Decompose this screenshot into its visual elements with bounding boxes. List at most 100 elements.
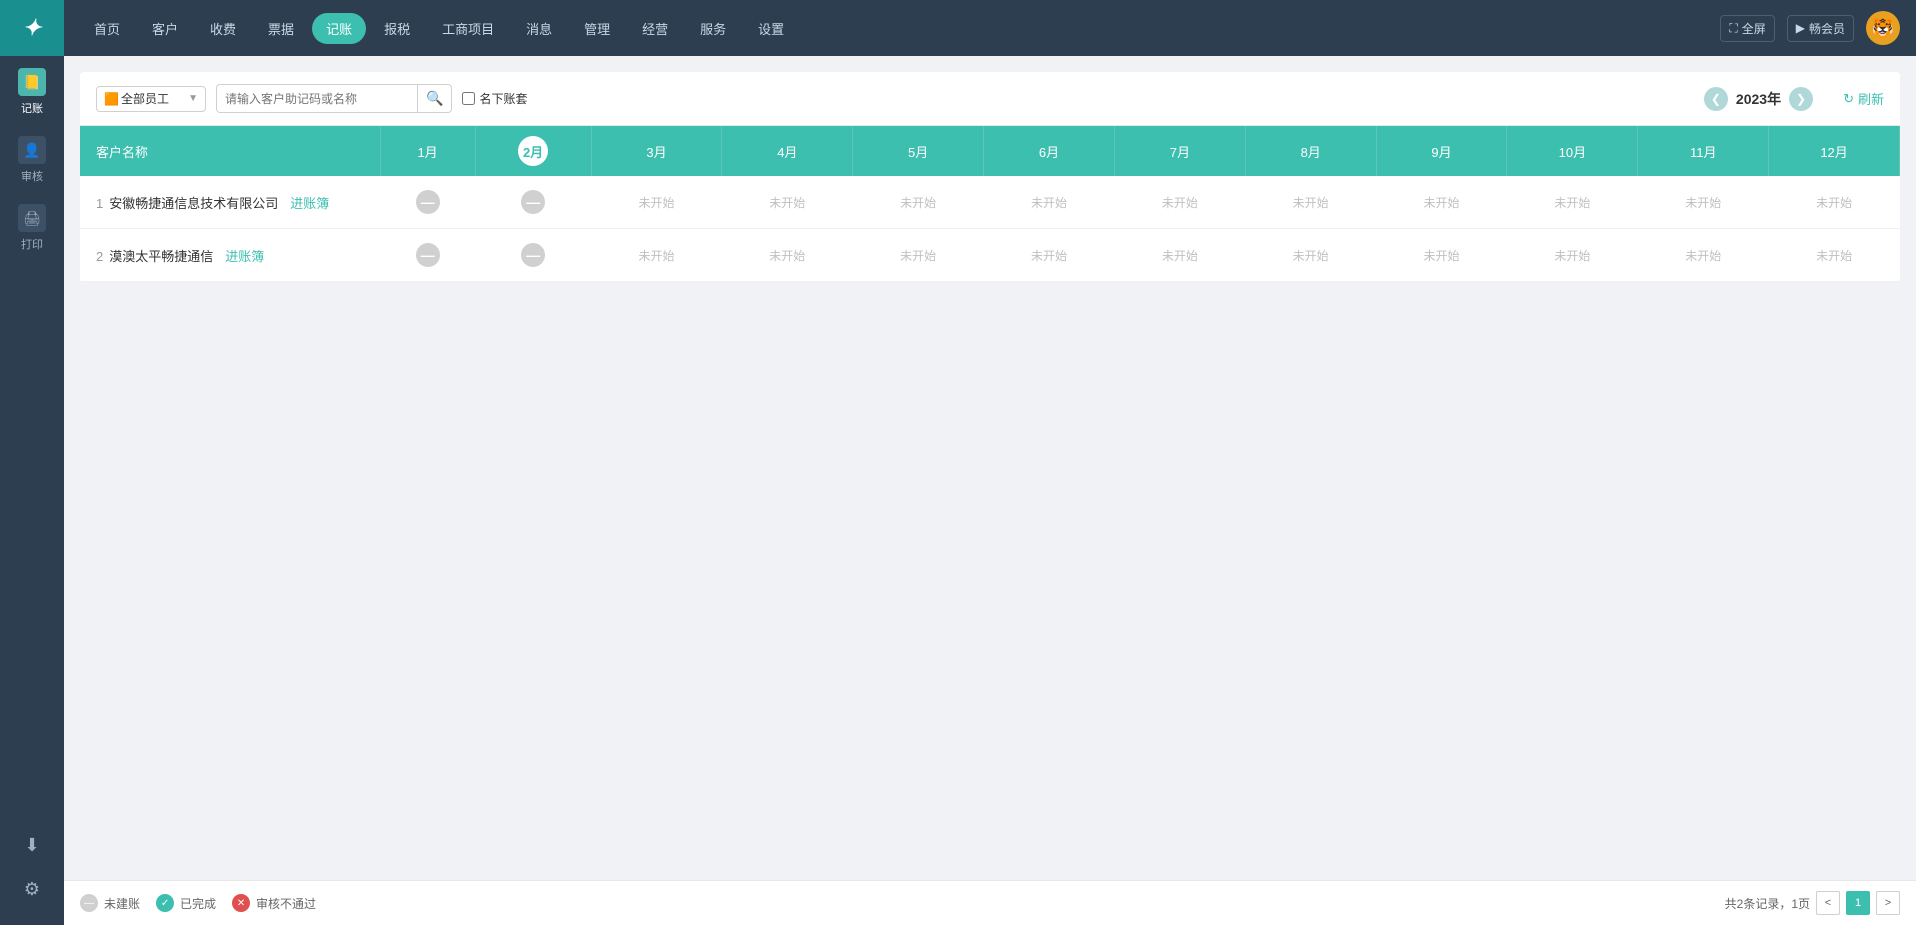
not-started-text: 未开始	[638, 196, 674, 210]
col-header-m1: 1月	[380, 126, 475, 176]
not-started-text: 未开始	[638, 249, 674, 263]
cell-month-9: 未开始	[1376, 229, 1507, 282]
toolbar: 🟧 全部员工张三李四 ▼ 🔍 名下账套 ❮ 2023年 ❯	[80, 72, 1900, 126]
year-display: 2023年	[1736, 89, 1781, 109]
not-started-text: 未开始	[1424, 196, 1460, 210]
cell-month-12: 未开始	[1769, 229, 1900, 282]
enter-ledger-link[interactable]: 进账簿	[290, 196, 329, 211]
sidebar-item-dayin[interactable]: 🖨 打印	[0, 192, 64, 260]
not-started-text: 未开始	[1685, 196, 1721, 210]
checkbox-label[interactable]: 名下账套	[462, 90, 527, 107]
year-nav: ❮ 2023年 ❯	[1704, 87, 1813, 111]
col-header-m12: 12月	[1769, 126, 1900, 176]
current-page-button[interactable]: 1	[1846, 891, 1870, 915]
employee-select[interactable]: 全部员工张三李四	[96, 86, 206, 112]
refresh-button[interactable]: ↻ 刷新	[1843, 89, 1884, 108]
nav-jingying[interactable]: 经营	[628, 13, 682, 44]
total-text: 共2条记录，1页	[1725, 895, 1810, 912]
legend-rejected: ✕ 审核不通过	[232, 894, 316, 912]
nav-guanli[interactable]: 管理	[570, 13, 624, 44]
rejected-label: 审核不通过	[256, 895, 316, 912]
table-row: 1安徽畅捷通信息技术有限公司进账簿——未开始未开始未开始未开始未开始未开始未开始…	[80, 176, 1900, 229]
sidebar-bottom: ⬇ ⚙	[12, 825, 52, 925]
avatar[interactable]: 🐯	[1866, 11, 1900, 45]
sidebar: ✦ 📒 记账 👤 审核 🖨 打印 ⬇ ⚙	[0, 0, 64, 925]
table-row: 2漠澳太平畅捷通信进账簿——未开始未开始未开始未开始未开始未开始未开始未开始未开…	[80, 229, 1900, 282]
shenh-icon: 👤	[18, 136, 46, 164]
not-started-text: 未开始	[1031, 196, 1067, 210]
enter-ledger-link[interactable]: 进账簿	[225, 249, 264, 264]
dayin-icon: 🖨	[18, 204, 46, 232]
nav-xiaoxi[interactable]: 消息	[512, 13, 566, 44]
prev-page-button[interactable]: <	[1816, 891, 1840, 915]
next-year-button[interactable]: ❯	[1789, 87, 1813, 111]
nav-gongshang[interactable]: 工商项目	[428, 13, 508, 44]
nav-shoufei[interactable]: 收费	[196, 13, 250, 44]
cell-month-8: 未开始	[1245, 176, 1376, 229]
search-wrap[interactable]: 🔍	[216, 84, 452, 113]
not-started-text: 未开始	[900, 196, 936, 210]
sidebar-item-jizh[interactable]: 📒 记账	[0, 56, 64, 124]
completed-icon: ✓	[156, 894, 174, 912]
status-circle: —	[521, 243, 545, 267]
not-started-text: 未开始	[1162, 249, 1198, 263]
sidebar-label-dayin: 打印	[21, 236, 43, 252]
next-page-button[interactable]: >	[1876, 891, 1900, 915]
col-header-m11: 11月	[1638, 126, 1769, 176]
sidebar-item-shenh[interactable]: 👤 审核	[0, 124, 64, 192]
nav-jizh[interactable]: 记账	[312, 13, 366, 44]
nav-shezhi[interactable]: 设置	[744, 13, 798, 44]
table-container: 客户名称 1月 2月 3月 4月 5月 6月 7月 8月	[80, 126, 1900, 282]
prev-year-button[interactable]: ❮	[1704, 87, 1728, 111]
nav-baoshui[interactable]: 报税	[370, 13, 424, 44]
fullscreen-button[interactable]: ⛶ 全屏	[1720, 15, 1774, 42]
cell-month-9: 未开始	[1376, 176, 1507, 229]
cell-month-12: 未开始	[1769, 176, 1900, 229]
not-started-text: 未开始	[1031, 249, 1067, 263]
not-created-icon: —	[80, 894, 98, 912]
nav-kehu[interactable]: 客户	[138, 13, 192, 44]
not-started-text: 未开始	[1293, 249, 1329, 263]
jizh-icon: 📒	[18, 68, 46, 96]
cell-month-1: —	[380, 229, 475, 282]
col-header-m9: 9月	[1376, 126, 1507, 176]
employee-select-wrap[interactable]: 🟧 全部员工张三李四 ▼	[96, 86, 206, 112]
cell-month-10: 未开始	[1507, 176, 1638, 229]
not-created-label: 未建账	[104, 895, 140, 912]
settings-button[interactable]: ⚙	[12, 869, 52, 909]
cell-month-4: 未开始	[722, 176, 853, 229]
account-table: 客户名称 1月 2月 3月 4月 5月 6月 7月 8月	[80, 126, 1900, 282]
page-footer: — 未建账 ✓ 已完成 ✕ 审核不通过 共2条记录，1页 < 1 >	[64, 880, 1916, 925]
cell-month-11: 未开始	[1638, 176, 1769, 229]
current-month-circle: 2月	[518, 136, 548, 166]
table-header: 客户名称 1月 2月 3月 4月 5月 6月 7月 8月	[80, 126, 1900, 176]
search-button[interactable]: 🔍	[417, 85, 451, 112]
status-circle: —	[521, 190, 545, 214]
sidebar-label-jizh: 记账	[21, 100, 43, 116]
not-started-text: 未开始	[1554, 196, 1590, 210]
member-label: 畅会员	[1809, 20, 1845, 37]
my-accounts-checkbox[interactable]	[462, 92, 475, 105]
nav-home[interactable]: 首页	[80, 13, 134, 44]
cell-month-2: —	[475, 176, 591, 229]
cell-name: 1安徽畅捷通信息技术有限公司进账簿	[80, 176, 380, 229]
cell-month-4: 未开始	[722, 229, 853, 282]
cell-month-7: 未开始	[1114, 229, 1245, 282]
col-header-m3: 3月	[591, 126, 722, 176]
nav-fuwu[interactable]: 服务	[686, 13, 740, 44]
topnav: 首页 客户 收费 票据 记账 报税 工商项目 消息 管理 经营 服务 设置 ⛶ …	[64, 0, 1916, 56]
search-input[interactable]	[217, 87, 417, 111]
cell-month-6: 未开始	[984, 176, 1115, 229]
content-card: 🟧 全部员工张三李四 ▼ 🔍 名下账套 ❮ 2023年 ❯	[80, 72, 1900, 282]
cell-month-10: 未开始	[1507, 229, 1638, 282]
cell-name: 2漠澳太平畅捷通信进账簿	[80, 229, 380, 282]
not-started-text: 未开始	[769, 249, 805, 263]
cell-month-5: 未开始	[853, 176, 984, 229]
cell-month-6: 未开始	[984, 229, 1115, 282]
cell-month-11: 未开始	[1638, 229, 1769, 282]
cell-month-3: 未开始	[591, 176, 722, 229]
member-button[interactable]: ▶ 畅会员	[1787, 15, 1854, 42]
nav-piaojv[interactable]: 票据	[254, 13, 308, 44]
not-started-text: 未开始	[1424, 249, 1460, 263]
download-button[interactable]: ⬇	[12, 825, 52, 865]
